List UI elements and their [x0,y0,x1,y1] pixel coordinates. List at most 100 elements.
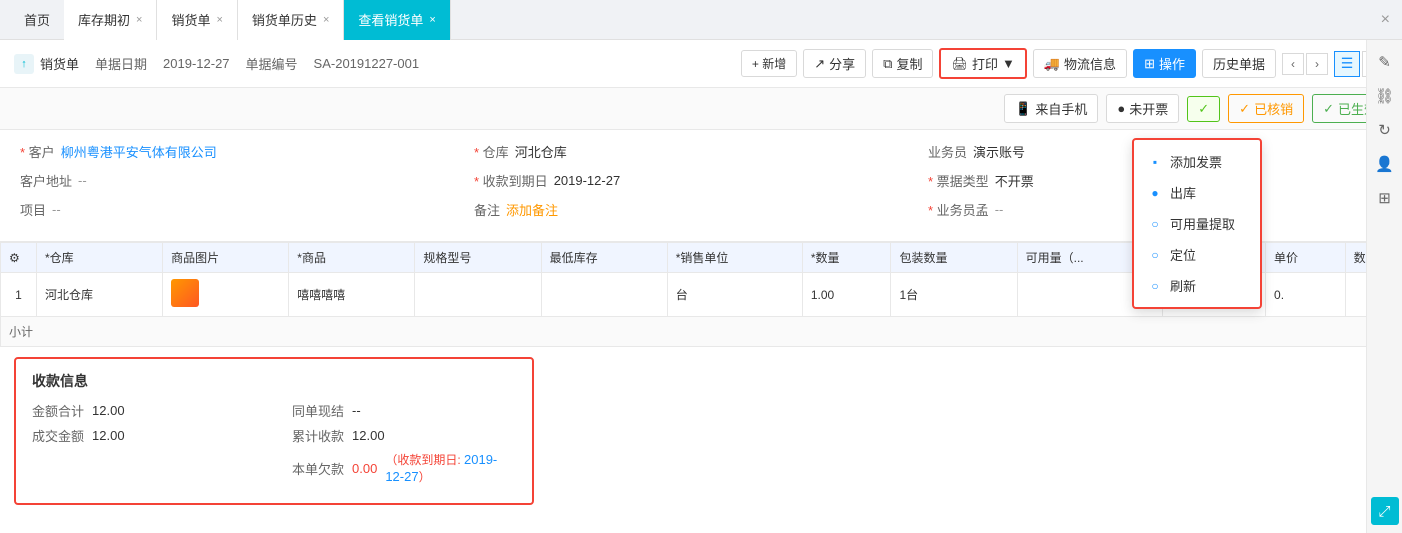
customer-label: 客户 [20,142,61,161]
total-amount-label: 金额合计 [32,401,84,420]
due-date-field: 收款到期日 2019-12-27 [474,171,928,190]
deal-amount-value: 12.00 [92,428,125,443]
note-label: 备注 [474,200,506,219]
check-btn[interactable]: ✓ [1187,96,1220,122]
share-button[interactable]: ↗ 分享 [803,49,866,78]
th-product-img: 商品图片 [163,243,289,273]
salesperson-label: 业务员 [928,142,973,161]
logistics-button[interactable]: 🚚 物流信息 [1033,49,1127,78]
tab-home[interactable]: 首页 [10,0,64,40]
ticket-type-label: 票据类型 [928,171,995,190]
ticket-icon: ● [1117,101,1125,116]
cumulative-label: 累计收款 [292,426,344,445]
project-label: 项目 [20,200,52,219]
row-index: 1 [1,273,37,317]
payment-deal-amount: 成交金额 12.00 [32,426,232,445]
project-value: -- [52,202,474,217]
same-order-value: -- [352,403,361,418]
right-sidebar: ✎ ⛓ ↻ 👤 ⊞ ⤢ [1366,40,1402,533]
owed-label: 本单欠款 [292,459,344,478]
row-product: 嘻嘻嘻嘻 [289,273,415,317]
row-price: 0. [1266,273,1346,317]
address-field: 客户地址 -- [20,171,474,190]
row-product-img [163,273,289,317]
share-icon: ↗ [814,56,825,72]
second-toolbar: 📱 来自手机 ● 未开票 ✓ ✓ 已核销 ✓ 已生效 [0,88,1402,130]
not-open-btn[interactable]: ● 未开票 [1106,94,1179,123]
sidebar-user-icon[interactable]: 👤 [1371,150,1399,178]
th-unit: *销售单位 [667,243,802,273]
dropdown-outbound[interactable]: ● 出库 [1134,177,1260,208]
number-label: 单据编号 [246,54,298,73]
check-circle-icon: ✓ [1239,101,1250,117]
doc-title-area: ↑ 销货单 单据日期 2019-12-27 单据编号 SA-20191227-0… [14,54,419,74]
circle-o-icon: ○ [1148,217,1162,231]
doc-icon-label: ↑ 销货单 [14,54,79,74]
tab-sales-close[interactable]: × [216,14,222,26]
list-view-btn[interactable]: ☰ [1334,51,1360,77]
row-warehouse: 河北仓库 [37,273,163,317]
copy-button[interactable]: ⧉ 复制 [872,49,933,78]
add-button[interactable]: + 新增 [741,50,797,77]
dropdown-add-invoice[interactable]: ▪ 添加发票 [1134,146,1260,177]
circle-icon: ● [1148,186,1162,200]
print-icon: 🖨 [951,56,968,72]
sidebar-tag-icon[interactable]: ⊞ [1371,184,1399,212]
cancelled-badge: ✓ 已核销 [1228,94,1304,123]
dropdown-refresh[interactable]: ○ 刷新 [1134,270,1260,301]
truck-icon: 🚚 [1044,56,1060,72]
th-min-stock: 最低库存 [541,243,667,273]
tab-inventory-start[interactable]: 库存期初 × [64,0,157,40]
sidebar-refresh-icon[interactable]: ↻ [1371,116,1399,144]
sidebar-link-icon[interactable]: ⛓ [1371,82,1399,110]
customer-value[interactable]: 柳州粤港平安气体有限公司 [61,142,474,161]
copy-icon: ⧉ [883,56,892,72]
tab-bar: 首页 库存期初 × 销货单 × 销货单历史 × 查看销货单 × × [0,0,1402,40]
tab-inventory-close[interactable]: × [136,14,142,26]
warehouse-label: 仓库 [474,142,515,161]
tab-sales-order[interactable]: 销货单 × [157,0,237,40]
sidebar-expand-icon[interactable]: ⤢ [1371,497,1399,525]
tab-bar-close-icon[interactable]: × [1381,11,1390,29]
warehouse-field: 仓库 河北仓库 [474,142,928,161]
payment-title: 收款信息 [32,371,516,391]
grid-icon: ⊞ [1144,56,1155,72]
tab-sales-history-close[interactable]: × [323,14,329,26]
owed-extra: （收款到期日: 2019-12-27） [385,451,516,485]
subtotal-label: 小计 [1,317,1402,347]
project-field: 项目 -- [20,200,474,219]
row-quantity: 1.00 [802,273,891,317]
dropdown-locate[interactable]: ○ 定位 [1134,239,1260,270]
next-arrow[interactable]: › [1306,53,1328,75]
payment-row-2: 成交金额 12.00 累计收款 12.00 [32,426,516,445]
tab-sales-history[interactable]: 销货单历史 × [238,0,344,40]
number-value: SA-20191227-001 [314,56,420,71]
payment-total-amount: 金额合计 12.00 [32,401,232,420]
refresh-menu-icon: ○ [1148,279,1162,293]
square-icon: ▪ [1148,155,1162,169]
total-amount-value: 12.00 [92,403,125,418]
doc-actions: + 新增 ↗ 分享 ⧉ 复制 🖨 打印 ▼ 🚚 物流信息 ⊞ 操作 [741,48,1388,79]
deal-amount-label: 成交金额 [32,426,84,445]
th-package-qty: 包装数量 [891,243,1017,273]
row-package-qty: 1台 [891,273,1017,317]
operations-button[interactable]: ⊞ 操作 [1133,49,1196,78]
row-min-stock [541,273,667,317]
payment-row-1: 金额合计 12.00 同单现结 -- [32,401,516,420]
prev-arrow[interactable]: ‹ [1282,53,1304,75]
dropdown-available-qty[interactable]: ○ 可用量提取 [1134,208,1260,239]
nav-arrows: ‹ › [1282,53,1328,75]
customer-field: 客户 柳州粤港平安气体有限公司 [20,142,474,161]
doc-meta: 单据日期 2019-12-27 单据编号 SA-20191227-001 [95,54,419,73]
note-add-btn[interactable]: 添加备注 [506,200,928,219]
row-unit: 台 [667,273,802,317]
sidebar-edit-icon[interactable]: ✎ [1371,48,1399,76]
address-value: -- [78,173,474,188]
history-button[interactable]: 历史单据 [1202,49,1276,78]
tab-view-sales[interactable]: 查看销货单 × [344,0,450,40]
warehouse-value: 河北仓库 [515,142,928,161]
payment-cumulative: 累计收款 12.00 [292,426,492,445]
tab-view-sales-close[interactable]: × [429,14,435,26]
from-phone-btn[interactable]: 📱 来自手机 [1004,94,1098,123]
print-button[interactable]: 🖨 打印 ▼ [939,48,1026,79]
